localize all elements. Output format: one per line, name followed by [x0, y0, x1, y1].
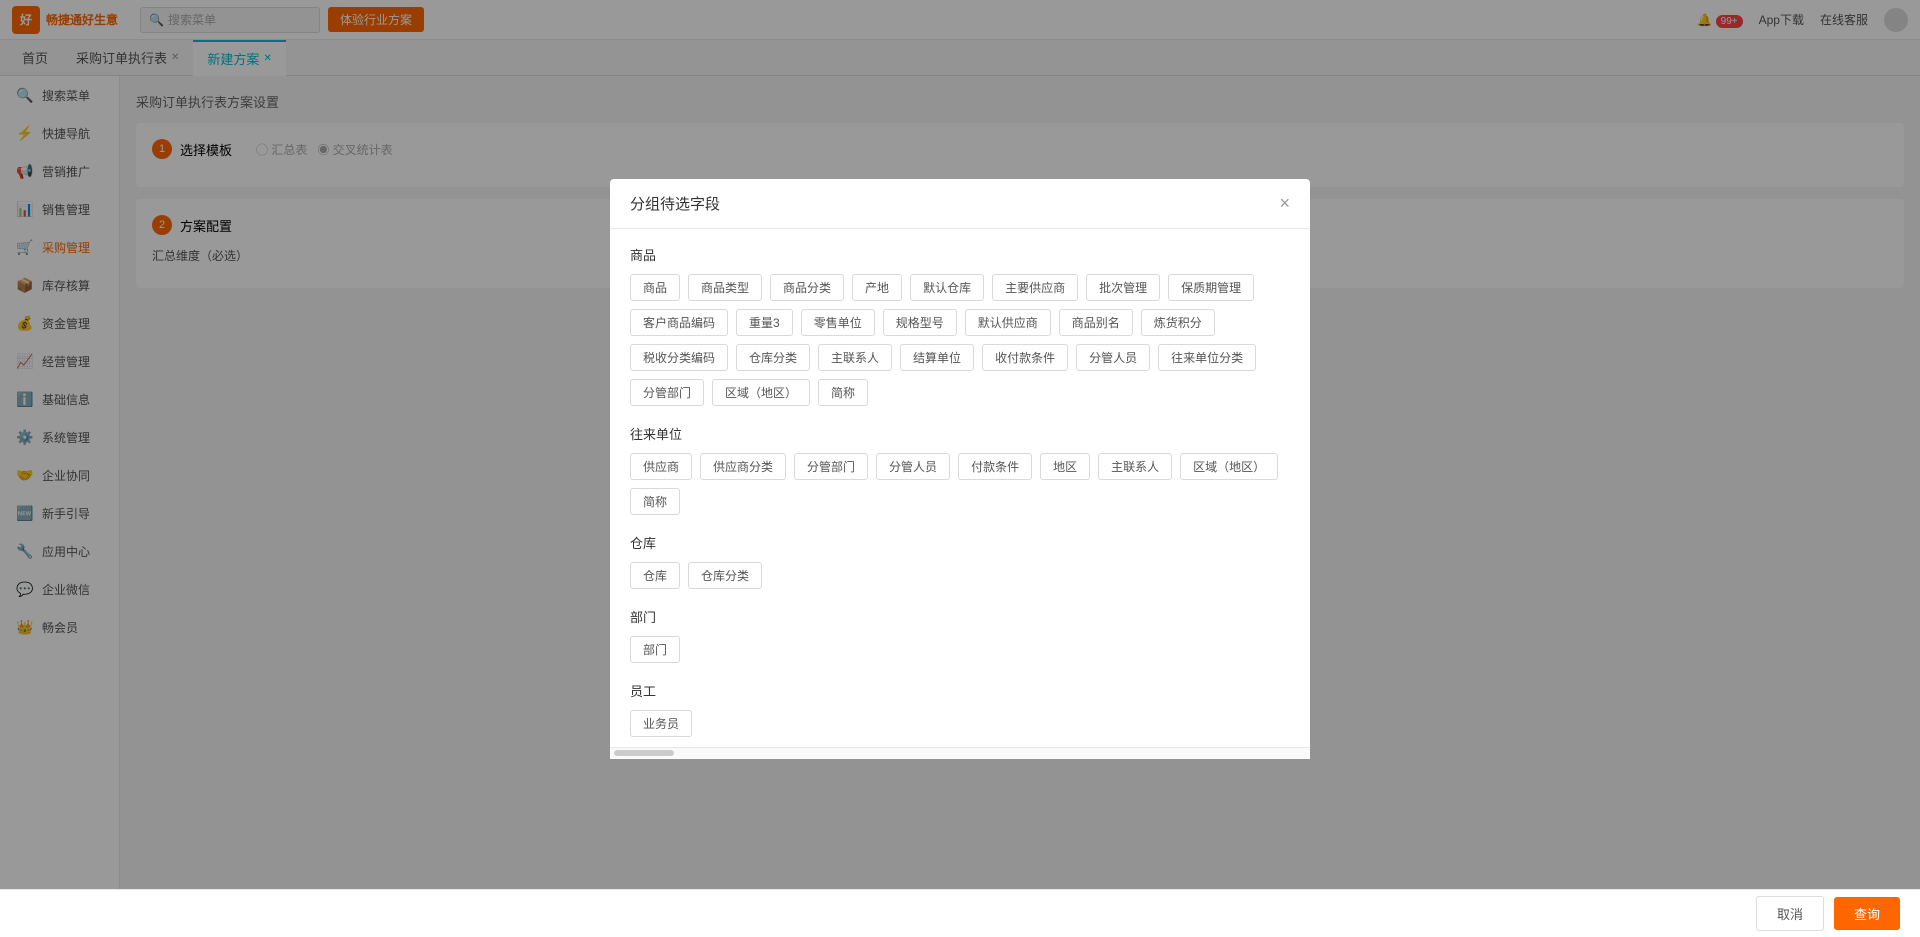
tag-region-goods[interactable]: 区域（地区）: [712, 379, 810, 406]
modal-hscroll[interactable]: [610, 747, 1310, 758]
modal-overlay: 分组待选字段 × 商品 商品 商品类型 商品分类 产地 默认仓库 主要供应商 批…: [0, 0, 1920, 937]
tag-dept-mgmt[interactable]: 分管部门: [630, 379, 704, 406]
tag-customer-code[interactable]: 客户商品编码: [630, 309, 728, 336]
tag-goods-alias[interactable]: 商品别名: [1059, 309, 1133, 336]
tag-warehouse-category[interactable]: 仓库分类: [736, 344, 810, 371]
tag-short-name[interactable]: 简称: [818, 379, 868, 406]
tag-batch-mgmt[interactable]: 批次管理: [1086, 274, 1160, 301]
tag-settlement-unit[interactable]: 结算单位: [900, 344, 974, 371]
tag-partner-category[interactable]: 往来单位分类: [1158, 344, 1256, 371]
tag-pay-terms[interactable]: 付款条件: [958, 453, 1032, 480]
tag-spec-model[interactable]: 规格型号: [883, 309, 957, 336]
modal-close-btn[interactable]: ×: [1279, 194, 1290, 212]
tag-dept[interactable]: 部门: [630, 636, 680, 663]
section-dept: 部门 部门: [630, 607, 1290, 663]
section-partner: 往来单位 供应商 供应商分类 分管部门 分管人员 付款条件 地区 主联系人 区域…: [630, 424, 1290, 515]
tag-supplier-category[interactable]: 供应商分类: [700, 453, 786, 480]
tag-region-partner[interactable]: 地区: [1040, 453, 1090, 480]
tag-salesperson[interactable]: 业务员: [630, 710, 692, 737]
section-employee: 员工 业务员: [630, 681, 1290, 737]
tag-origin[interactable]: 产地: [852, 274, 902, 301]
tag-goods-category[interactable]: 商品分类: [770, 274, 844, 301]
modal-body: 商品 商品 商品类型 商品分类 产地 默认仓库 主要供应商 批次管理 保质期管理…: [610, 229, 1310, 748]
tag-goods[interactable]: 商品: [630, 274, 680, 301]
hscroll-thumb: [614, 750, 674, 756]
tag-main-contact[interactable]: 主联系人: [818, 344, 892, 371]
tag-region2[interactable]: 区域（地区）: [1180, 453, 1278, 480]
section-goods-title: 商品: [630, 245, 1290, 264]
tag-weight[interactable]: 重量3: [736, 309, 793, 336]
section-warehouse: 仓库 仓库 仓库分类: [630, 533, 1290, 589]
modal-title: 分组待选字段: [630, 193, 720, 214]
tag-manager[interactable]: 分管人员: [1076, 344, 1150, 371]
bottom-bar: 取消 查询: [0, 889, 1920, 937]
tag-points[interactable]: 炼货积分: [1141, 309, 1215, 336]
tag-goods-type[interactable]: 商品类型: [688, 274, 762, 301]
section-goods: 商品 商品 商品类型 商品分类 产地 默认仓库 主要供应商 批次管理 保质期管理…: [630, 245, 1290, 406]
section-dept-title: 部门: [630, 607, 1290, 626]
goods-tags: 商品 商品类型 商品分类 产地 默认仓库 主要供应商 批次管理 保质期管理 客户…: [630, 274, 1290, 406]
tag-expiry-mgmt[interactable]: 保质期管理: [1168, 274, 1254, 301]
tag-main-supplier[interactable]: 主要供应商: [992, 274, 1078, 301]
employee-tags: 业务员: [630, 710, 1290, 737]
modal-header: 分组待选字段 ×: [610, 179, 1310, 229]
tag-supplier[interactable]: 供应商: [630, 453, 692, 480]
partner-tags: 供应商 供应商分类 分管部门 分管人员 付款条件 地区 主联系人 区域（地区） …: [630, 453, 1290, 515]
tag-tax-code[interactable]: 税收分类编码: [630, 344, 728, 371]
confirm-button[interactable]: 查询: [1834, 897, 1900, 930]
section-warehouse-title: 仓库: [630, 533, 1290, 552]
tag-warehouse-cat[interactable]: 仓库分类: [688, 562, 762, 589]
modal-field-select: 分组待选字段 × 商品 商品 商品类型 商品分类 产地 默认仓库 主要供应商 批…: [610, 179, 1310, 759]
tag-person-mgmt[interactable]: 分管人员: [876, 453, 950, 480]
tag-dept-mgmt2[interactable]: 分管部门: [794, 453, 868, 480]
cancel-button[interactable]: 取消: [1756, 896, 1824, 931]
warehouse-tags: 仓库 仓库分类: [630, 562, 1290, 589]
tag-default-supplier[interactable]: 默认供应商: [965, 309, 1051, 336]
section-employee-title: 员工: [630, 681, 1290, 700]
tag-default-warehouse[interactable]: 默认仓库: [910, 274, 984, 301]
tag-main-contact2[interactable]: 主联系人: [1098, 453, 1172, 480]
dept-tags: 部门: [630, 636, 1290, 663]
tag-retail-unit[interactable]: 零售单位: [801, 309, 875, 336]
tag-warehouse[interactable]: 仓库: [630, 562, 680, 589]
section-partner-title: 往来单位: [630, 424, 1290, 443]
tag-payment-terms[interactable]: 收付款条件: [982, 344, 1068, 371]
tag-short-name2[interactable]: 简称: [630, 488, 680, 515]
